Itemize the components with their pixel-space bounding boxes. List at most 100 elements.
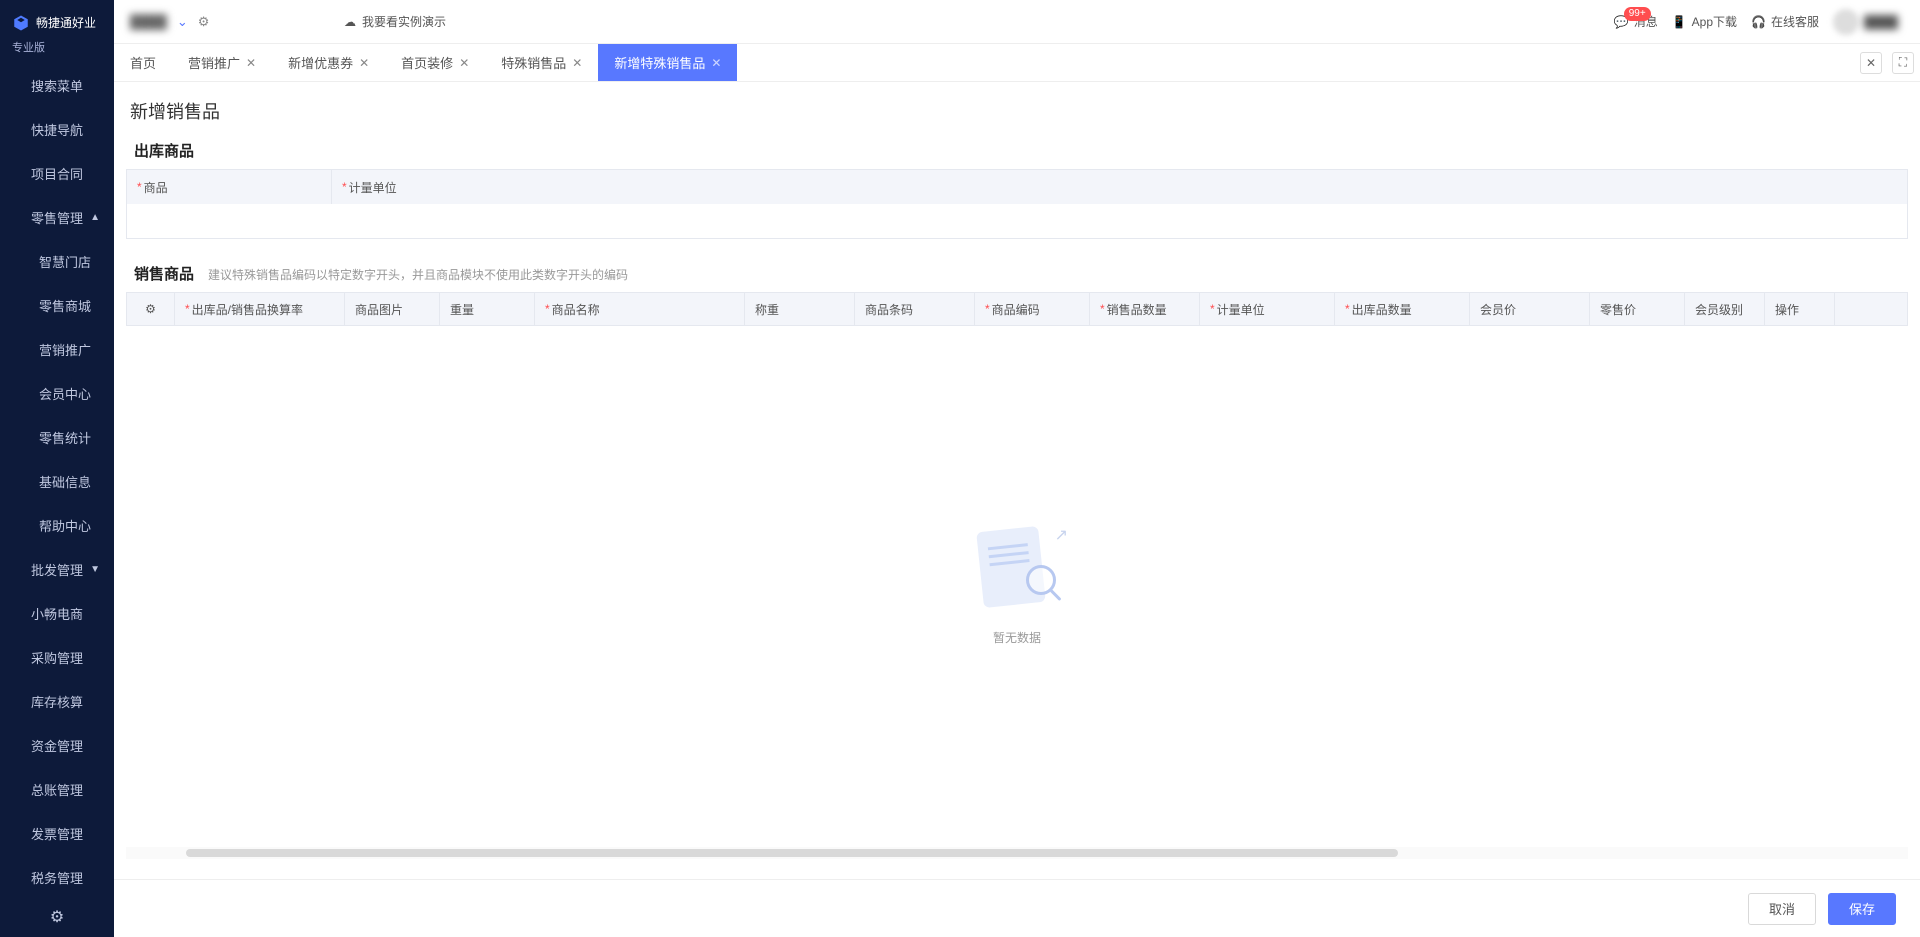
sidebar-item-17[interactable]: 发票管理 <box>0 811 114 855</box>
gear-icon[interactable]: ⚙ <box>198 14 210 30</box>
sidebar-item-14[interactable]: 库存核算 <box>0 679 114 723</box>
outbound-table: *商品 *计量单位 <box>126 169 1908 239</box>
sales-col-13: 操作 <box>1765 293 1835 325</box>
sales-col-4: 称重 <box>745 293 855 325</box>
sidebar-item-8[interactable]: 零售统计 <box>0 415 114 459</box>
demo-label: 我要看实例演示 <box>362 13 446 30</box>
sidebar-settings[interactable]: ⚙ <box>0 897 114 937</box>
brand-icon <box>12 14 30 32</box>
sales-section: 销售商品 建议特殊销售品编码以特定数字开头，并且商品模块不使用此类数字开头的编码… <box>126 259 1908 859</box>
tab-label: 新增优惠券 <box>288 53 353 72</box>
sidebar-item-0[interactable]: 搜索菜单 <box>0 63 114 107</box>
table-settings-button[interactable]: ⚙ <box>127 293 175 325</box>
empty-state-text: 暂无数据 <box>993 629 1041 646</box>
sidebar-item-10[interactable]: 帮助中心 <box>0 503 114 547</box>
sidebar-item-3[interactable]: 零售管理▲ <box>0 195 114 239</box>
sidebar-item-11[interactable]: 批发管理▼ <box>0 547 114 591</box>
outbound-title: 出库商品 <box>134 140 194 161</box>
close-all-tabs-button[interactable]: ✕ <box>1860 52 1882 74</box>
avatar <box>1833 9 1859 35</box>
outbound-col-product: *商品 <box>127 170 332 204</box>
empty-state-illustration: ↗ <box>962 523 1072 613</box>
sidebar-item-7[interactable]: 会员中心 <box>0 371 114 415</box>
sales-col-11: 零售价 <box>1590 293 1685 325</box>
tab-label: 首页 <box>130 53 156 72</box>
tab-3[interactable]: 首页装修 ✕ <box>385 44 485 81</box>
sidebar-item-12[interactable]: 小畅电商 <box>0 591 114 635</box>
tab-5[interactable]: 新增特殊销售品 ✕ <box>598 44 737 81</box>
outbound-row[interactable] <box>127 204 1907 238</box>
sidebar-item-9[interactable]: 基础信息 <box>0 459 114 503</box>
sales-col-8: *计量单位 <box>1200 293 1335 325</box>
save-button[interactable]: 保存 <box>1828 893 1896 925</box>
sales-col-7: *销售品数量 <box>1090 293 1200 325</box>
sales-title: 销售商品 <box>134 263 194 284</box>
sales-col-0: *出库品/销售品换算率 <box>175 293 345 325</box>
sidebar-item-16[interactable]: 总账管理 <box>0 767 114 811</box>
close-icon[interactable]: ✕ <box>711 56 721 70</box>
sidebar: 畅捷通好业 专业版 搜索菜单快捷导航项目合同零售管理▲智慧门店零售商城营销推广会… <box>0 0 114 937</box>
tab-4[interactable]: 特殊销售品 ✕ <box>485 44 598 81</box>
gear-icon: ⚙ <box>50 907 64 927</box>
sales-table-body: ↗ 暂无数据 <box>126 326 1908 843</box>
sales-table-header: ⚙ *出库品/销售品换算率商品图片重量*商品名称称重商品条码*商品编码*销售品数… <box>126 292 1908 326</box>
tab-1[interactable]: 营销推广 ✕ <box>172 44 272 81</box>
org-name: ████ <box>130 14 167 29</box>
sidebar-item-5[interactable]: 零售商城 <box>0 283 114 327</box>
sidebar-item-13[interactable]: 采购管理 <box>0 635 114 679</box>
headset-icon: 🎧 <box>1751 15 1766 29</box>
user-menu[interactable]: ████ <box>1833 9 1904 35</box>
sales-col-3: *商品名称 <box>535 293 745 325</box>
mobile-icon: 📱 <box>1672 15 1687 29</box>
service-label: 在线客服 <box>1771 13 1819 30</box>
tab-label: 新增特殊销售品 <box>614 53 705 72</box>
chevron-down-icon: ⌄ <box>177 14 188 30</box>
tab-label: 特殊销售品 <box>501 53 566 72</box>
sales-col-12: 会员级别 <box>1685 293 1765 325</box>
sidebar-item-1[interactable]: 快捷导航 <box>0 107 114 151</box>
page-title: 新增销售品 <box>126 94 1908 136</box>
tab-0[interactable]: 首页 <box>114 44 172 81</box>
demo-link[interactable]: ☁ 我要看实例演示 <box>344 13 446 30</box>
sidebar-item-18[interactable]: 税务管理 <box>0 855 114 897</box>
cancel-button[interactable]: 取消 <box>1748 893 1816 925</box>
sales-col-1: 商品图片 <box>345 293 440 325</box>
outbound-col-unit: *计量单位 <box>332 170 1907 204</box>
username: ████ <box>1864 15 1904 29</box>
sales-col-10: 会员价 <box>1470 293 1590 325</box>
sales-hint: 建议特殊销售品编码以特定数字开头，并且商品模块不使用此类数字开头的编码 <box>208 266 628 283</box>
header-bar: ████ ⌄ ⚙ ☁ 我要看实例演示 💬 99+ 消息 📱 App下载 🎧 在线… <box>114 0 1920 44</box>
close-icon[interactable]: ✕ <box>459 56 469 70</box>
sidebar-item-4[interactable]: 智慧门店 <box>0 239 114 283</box>
caret-up-icon: ▲ <box>90 212 100 223</box>
sales-col-2: 重量 <box>440 293 535 325</box>
tab-2[interactable]: 新增优惠券 ✕ <box>272 44 385 81</box>
customer-service-button[interactable]: 🎧 在线客服 <box>1751 13 1819 30</box>
close-icon[interactable]: ✕ <box>246 56 256 70</box>
caret-down-icon: ▼ <box>90 564 100 575</box>
sidebar-item-6[interactable]: 营销推广 <box>0 327 114 371</box>
message-button[interactable]: 💬 99+ 消息 <box>1614 13 1658 30</box>
horizontal-scrollbar[interactable] <box>126 847 1908 859</box>
tab-bar: 首页 营销推广 ✕ 新增优惠券 ✕ 首页装修 ✕ 特殊销售品 ✕ 新增特殊销售品 ✕ ✕ ⛶ <box>114 44 1920 82</box>
close-icon[interactable]: ✕ <box>572 56 582 70</box>
org-selector[interactable]: ████ ⌄ ⚙ <box>130 14 330 30</box>
app-download-button[interactable]: 📱 App下载 <box>1672 13 1737 30</box>
sales-col-9: *出库品数量 <box>1335 293 1470 325</box>
fullscreen-button[interactable]: ⛶ <box>1892 52 1914 74</box>
gear-icon: ⚙ <box>145 302 156 316</box>
close-icon[interactable]: ✕ <box>359 56 369 70</box>
app-download-label: App下载 <box>1692 13 1737 30</box>
tab-label: 营销推广 <box>188 53 240 72</box>
message-badge: 99+ <box>1624 7 1651 21</box>
brand-name: 畅捷通好业 <box>36 14 96 31</box>
footer-actions: 取消 保存 <box>114 879 1920 937</box>
cloud-icon: ☁ <box>344 15 356 29</box>
sidebar-item-2[interactable]: 项目合同 <box>0 151 114 195</box>
sidebar-item-15[interactable]: 资金管理 <box>0 723 114 767</box>
brand-edition: 专业版 <box>0 39 114 55</box>
outbound-section: 出库商品 *商品 *计量单位 <box>126 136 1908 239</box>
sales-col-5: 商品条码 <box>855 293 975 325</box>
sales-col-6: *商品编码 <box>975 293 1090 325</box>
tab-label: 首页装修 <box>401 53 453 72</box>
